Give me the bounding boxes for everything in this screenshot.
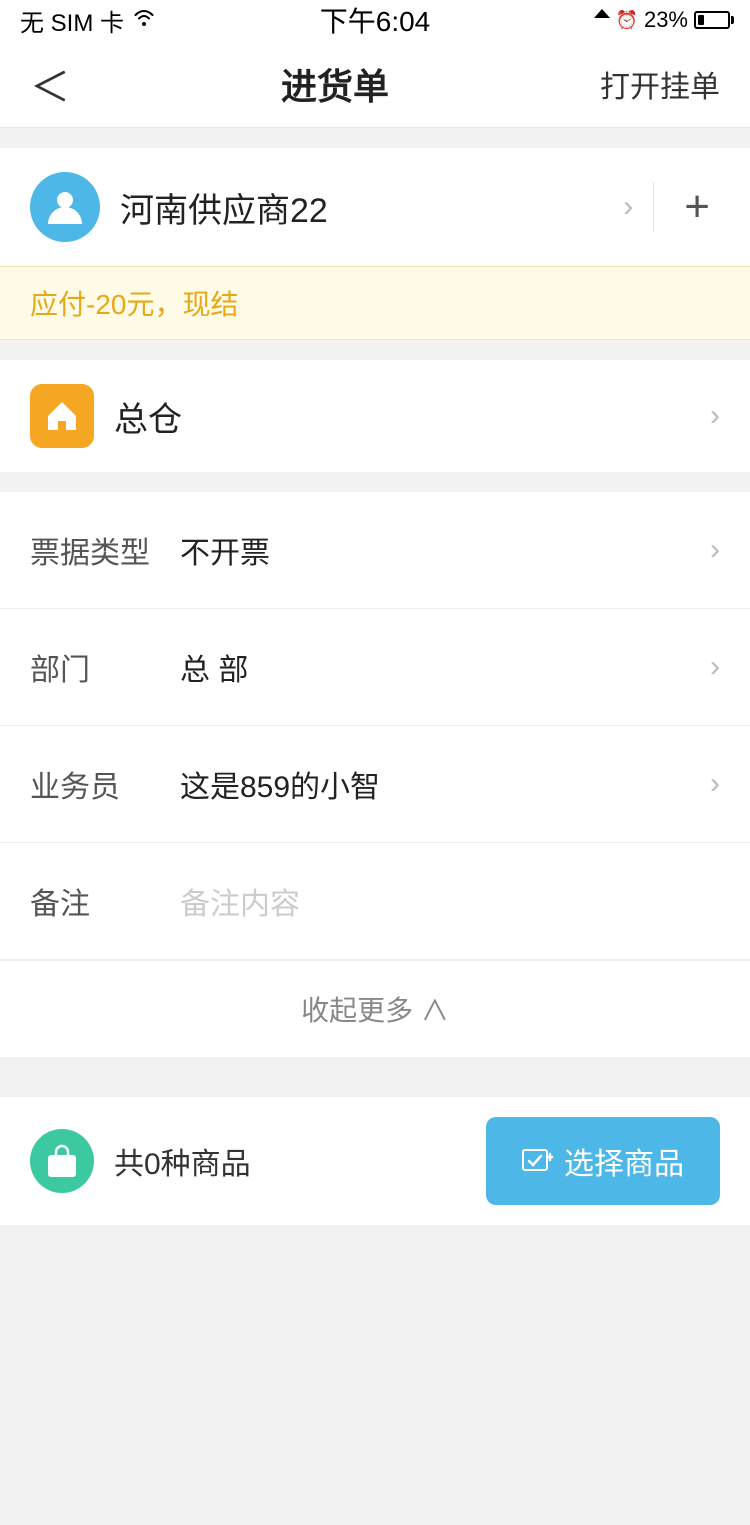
dept-chevron-icon: › bbox=[710, 650, 720, 684]
remark-label: 备注 bbox=[30, 879, 160, 923]
invoice-type-row[interactable]: 票据类型 不开票 › bbox=[0, 492, 750, 609]
warehouse-section: 总仓 › bbox=[0, 360, 750, 472]
alarm-icon: ⏰ bbox=[616, 10, 638, 31]
collapse-label: 收起更多 ∧ bbox=[301, 989, 449, 1029]
battery-percent: 23% bbox=[644, 7, 688, 33]
supplier-section: 河南供应商22 › + 应付-20元，现结 bbox=[0, 148, 750, 340]
supplier-chevron-icon: › bbox=[623, 190, 633, 224]
product-count-label: 共0种商品 bbox=[114, 1139, 486, 1183]
open-pending-button[interactable]: 打开挂单 bbox=[600, 62, 720, 106]
select-product-label: 选择商品 bbox=[564, 1139, 684, 1183]
page-title: 进货单 bbox=[281, 58, 389, 110]
remark-input[interactable]: 备注内容 bbox=[160, 879, 720, 923]
warehouse-icon bbox=[30, 384, 94, 448]
carrier-label: 无 SIM 卡 bbox=[20, 3, 124, 38]
location-icon bbox=[594, 7, 610, 33]
wifi-icon bbox=[132, 8, 156, 32]
time-label: 下午6:04 bbox=[320, 0, 431, 40]
product-icon-wrap bbox=[30, 1129, 94, 1193]
supplier-alert: 应付-20元，现结 bbox=[0, 266, 750, 340]
collapse-button[interactable]: 收起更多 ∧ bbox=[0, 960, 750, 1057]
dept-row[interactable]: 部门 总 部 › bbox=[0, 609, 750, 726]
dept-value: 总 部 bbox=[160, 645, 710, 689]
warehouse-name: 总仓 bbox=[114, 392, 710, 441]
staff-chevron-icon: › bbox=[710, 767, 720, 801]
status-left: 无 SIM 卡 bbox=[20, 3, 156, 38]
add-supplier-button[interactable]: + bbox=[674, 182, 720, 232]
staff-value: 这是859的小智 bbox=[160, 762, 710, 806]
supplier-row[interactable]: 河南供应商22 › + bbox=[0, 148, 750, 266]
invoice-label: 票据类型 bbox=[30, 528, 160, 572]
staff-row[interactable]: 业务员 这是859的小智 › bbox=[0, 726, 750, 843]
remark-row[interactable]: 备注 备注内容 bbox=[0, 843, 750, 960]
staff-label: 业务员 bbox=[30, 762, 160, 806]
section-gap-4 bbox=[0, 1057, 750, 1077]
select-product-button[interactable]: 选择商品 bbox=[486, 1117, 720, 1205]
invoice-chevron-icon: › bbox=[710, 533, 720, 567]
bottom-bar: 共0种商品 选择商品 bbox=[0, 1097, 750, 1225]
section-gap-1 bbox=[0, 128, 750, 148]
supplier-avatar bbox=[30, 172, 100, 242]
invoice-value: 不开票 bbox=[160, 528, 710, 572]
status-bar: 无 SIM 卡 下午6:04 ⏰ 23% bbox=[0, 0, 750, 40]
nav-bar: ＜ 进货单 打开挂单 bbox=[0, 40, 750, 128]
warehouse-chevron-icon: › bbox=[710, 399, 720, 433]
page-background bbox=[0, 1225, 750, 1525]
dept-label: 部门 bbox=[30, 645, 160, 689]
back-button[interactable]: ＜ bbox=[30, 55, 70, 113]
form-section: 票据类型 不开票 › 部门 总 部 › 业务员 这是859的小智 › 备注 备注… bbox=[0, 492, 750, 1057]
status-right: ⏰ 23% bbox=[594, 7, 730, 33]
section-gap-2 bbox=[0, 340, 750, 360]
supplier-name: 河南供应商22 bbox=[120, 183, 623, 232]
battery-icon bbox=[694, 11, 730, 29]
warehouse-row[interactable]: 总仓 › bbox=[0, 360, 750, 472]
section-gap-3 bbox=[0, 472, 750, 492]
supplier-divider bbox=[653, 182, 654, 232]
